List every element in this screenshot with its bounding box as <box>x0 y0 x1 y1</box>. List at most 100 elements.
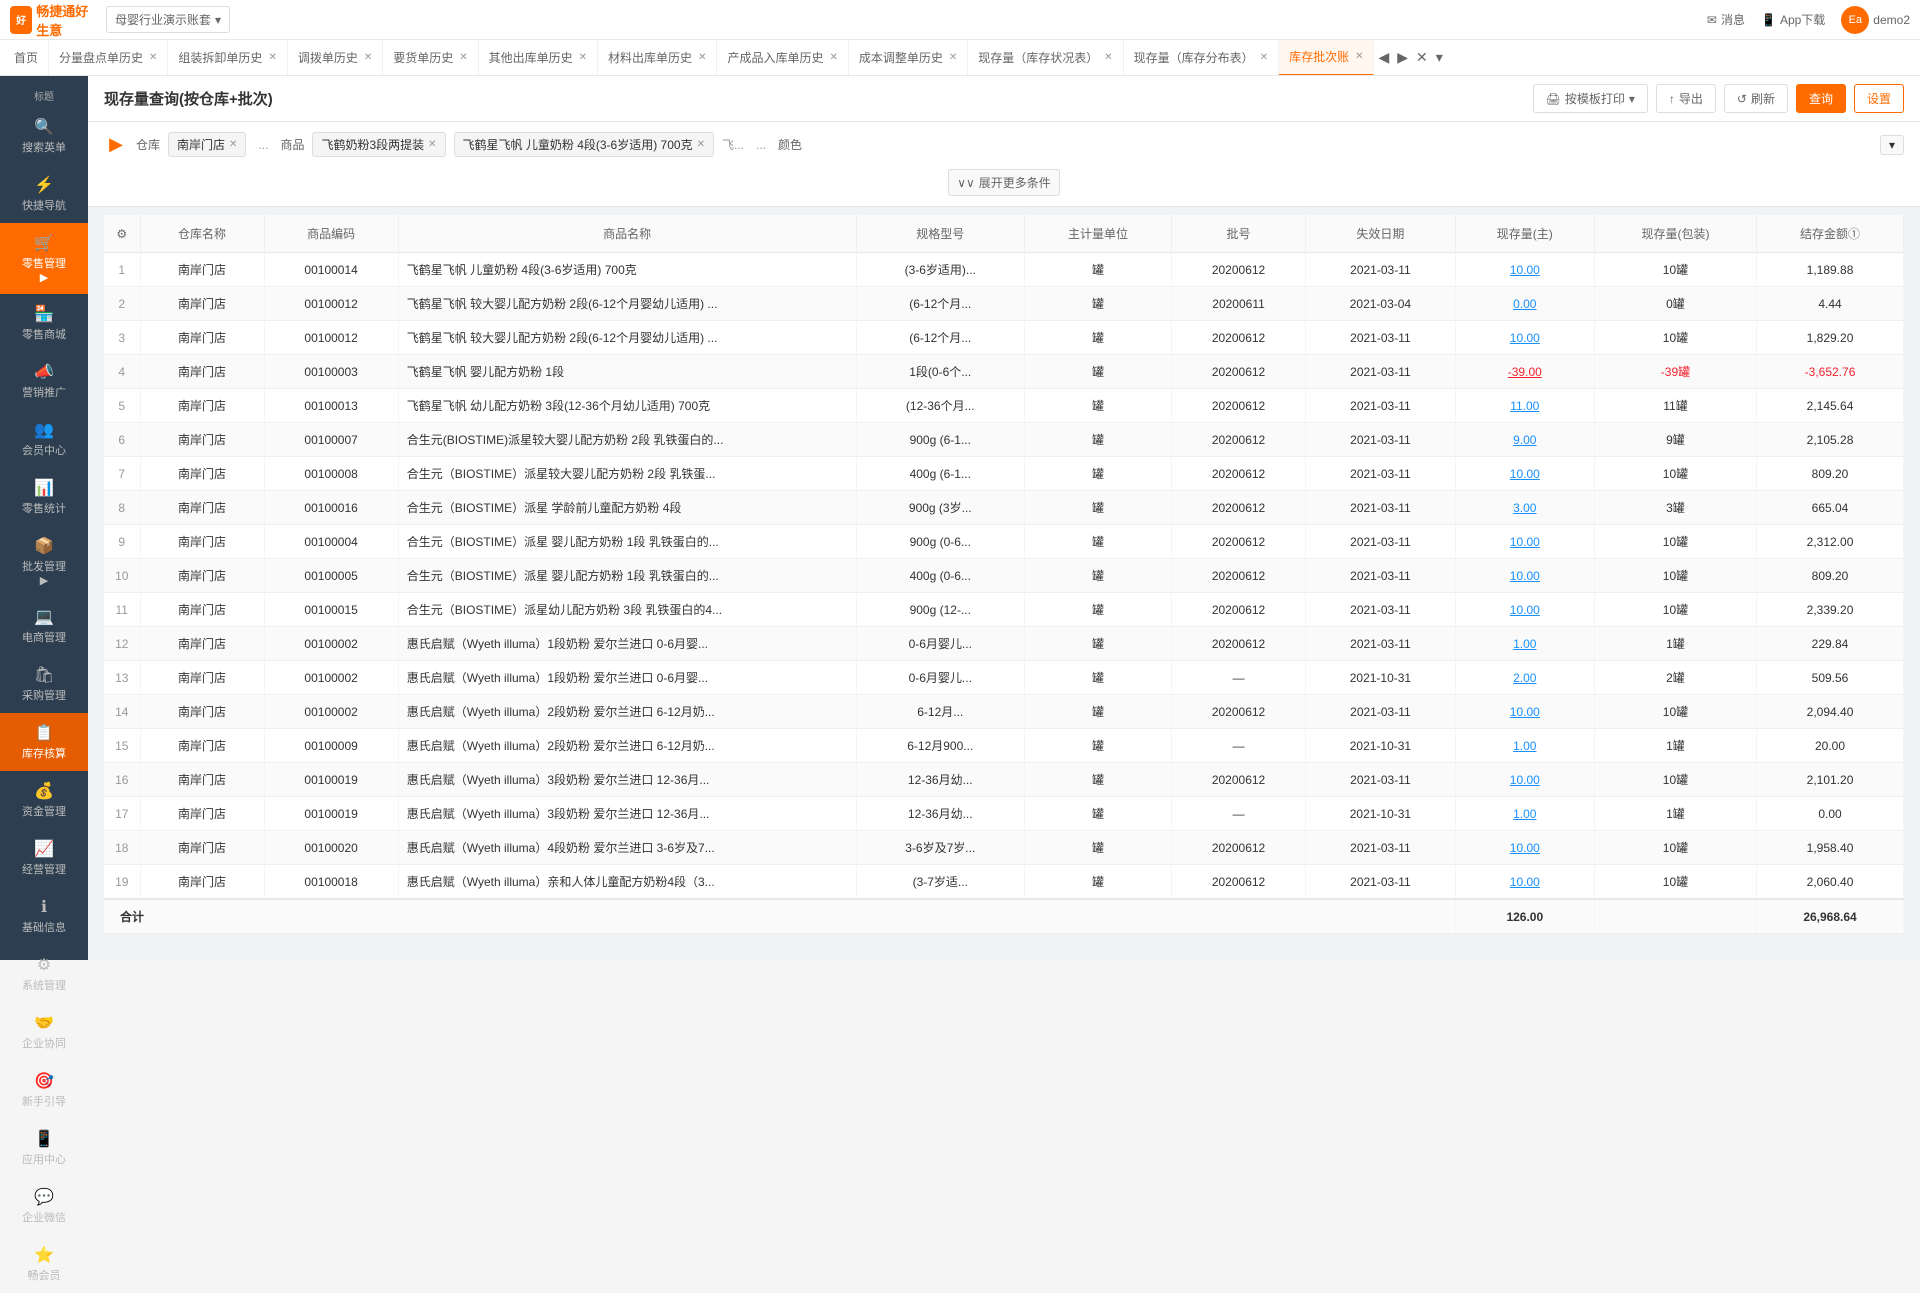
row-amount: 4.44 <box>1757 287 1904 321</box>
sidebar-item-wholesale[interactable]: 📦 批发管理 ▶ <box>0 526 88 597</box>
tab-menu-button[interactable]: ▾ <box>1432 49 1447 66</box>
tab-inventory-dist[interactable]: 现存量（库存分布表） ✕ <box>1124 40 1279 76</box>
row-qty-main[interactable]: 10.00 <box>1455 253 1594 287</box>
tab-cost-adjust-close[interactable]: ✕ <box>949 52 957 63</box>
warehouse-filter-tag[interactable]: 南岸门店 ✕ <box>168 132 246 157</box>
sidebar-item-purchase[interactable]: 🛍 采购管理 <box>0 655 88 713</box>
sidebar-item-search[interactable]: 🔍 搜索英单 <box>0 107 88 165</box>
row-qty-main[interactable]: 1.00 <box>1455 627 1594 661</box>
tab-split-close[interactable]: ✕ <box>149 52 157 63</box>
product-filter-tag-2[interactable]: 飞鹤星飞帆 儿童奶粉 4段(3-6岁适用) 700克 ✕ <box>454 132 714 157</box>
tab-inventory-status-close[interactable]: ✕ <box>1104 52 1112 63</box>
row-qty-main[interactable]: 10.00 <box>1455 695 1594 729</box>
app-download-button[interactable]: 📱 App下载 <box>1761 11 1825 28</box>
sidebar-item-enterprise-wechat[interactable]: 💬 企业微信 <box>0 1177 88 1235</box>
tab-prev-button[interactable]: ◀ <box>1374 49 1393 66</box>
sidebar-item-finance[interactable]: 💰 资金管理 <box>0 771 88 829</box>
row-qty-main[interactable]: 2.00 <box>1455 661 1594 695</box>
filter-expand-arrow[interactable]: ▶ <box>104 134 128 155</box>
tab-home[interactable]: 首页 <box>4 40 49 76</box>
row-qty-main[interactable]: 0.00 <box>1455 287 1594 321</box>
product-filter-tag-1[interactable]: 飞鹤奶粉3段两提装 ✕ <box>312 132 445 157</box>
sidebar-item-quicknav[interactable]: ⚡ 快捷导航 <box>0 165 88 223</box>
query-button[interactable]: 查询 <box>1796 84 1846 113</box>
inventory-icon: 📋 <box>4 723 84 743</box>
tab-other-out[interactable]: 其他出库单历史 ✕ <box>479 40 598 76</box>
row-qty-main[interactable]: 10.00 <box>1455 457 1594 491</box>
content-area: 现存量查询(按仓库+批次) 🖨 按模板打印 ▾ ↑ 导出 ↺ 刷新 查询 <box>88 76 1920 960</box>
row-qty-main[interactable]: 10.00 <box>1455 593 1594 627</box>
table-row: 12 南岸门店 00100002 惠氏启赋（Wyeth illuma）1段奶粉 … <box>104 627 1904 661</box>
sidebar-item-system[interactable]: ⚙ 系统管理 <box>0 945 88 1003</box>
color-dropdown[interactable]: ▾ <box>1880 135 1904 155</box>
row-code: 00100013 <box>264 389 398 423</box>
user-menu[interactable]: Ea demo2 <box>1841 6 1910 34</box>
tab-next-button[interactable]: ▶ <box>1393 49 1412 66</box>
tab-picking[interactable]: 调拨单历史 ✕ <box>288 40 383 76</box>
tab-product-in-close[interactable]: ✕ <box>829 52 837 63</box>
row-qty-main[interactable]: -39.00 <box>1455 355 1594 389</box>
sidebar-item-retail-stat[interactable]: 📊 零售统计 <box>0 468 88 526</box>
sidebar-item-vip[interactable]: ⭐ 畅会员 <box>0 1235 88 1293</box>
refresh-button[interactable]: ↺ 刷新 <box>1724 84 1788 113</box>
sidebar-item-marketing[interactable]: 📣 营销推广 <box>0 352 88 410</box>
row-qty-main[interactable]: 10.00 <box>1455 525 1594 559</box>
sidebar-item-member[interactable]: 👥 会员中心 <box>0 410 88 468</box>
tab-requisition-close[interactable]: ✕ <box>459 52 467 63</box>
tab-inventory-dist-close[interactable]: ✕ <box>1260 52 1268 63</box>
sidebar-item-ecommerce[interactable]: 💻 电商管理 <box>0 597 88 655</box>
product-filter-more[interactable]: 飞... <box>722 136 744 153</box>
product-filter-1-close[interactable]: ✕ <box>428 139 436 150</box>
expand-more-button[interactable]: ∨∨ 展开更多条件 <box>948 169 1060 196</box>
warehouse-filter-close[interactable]: ✕ <box>229 139 237 150</box>
tab-inventory-status[interactable]: 现存量（库存状况表） ✕ <box>968 40 1123 76</box>
tab-disassemble-close[interactable]: ✕ <box>268 52 276 63</box>
row-qty-main[interactable]: 10.00 <box>1455 763 1594 797</box>
footer-total-amount: 26,968.64 <box>1757 899 1904 934</box>
product-filter-2-close[interactable]: ✕ <box>697 139 705 150</box>
row-qty-main[interactable]: 10.00 <box>1455 559 1594 593</box>
sidebar-item-operation[interactable]: 📈 经营管理 <box>0 829 88 887</box>
sidebar-item-guide[interactable]: 🎯 新手引导 <box>0 1061 88 1119</box>
tab-material-out-close[interactable]: ✕ <box>698 52 706 63</box>
tab-material-out-label: 材料出库单历史 <box>608 49 692 66</box>
row-code: 00100002 <box>264 661 398 695</box>
tab-batch-voucher[interactable]: 库存批次账 ✕ <box>1279 40 1374 76</box>
breadcrumb-selector[interactable]: 母婴行业演示账套 ▾ <box>106 6 230 33</box>
tab-material-out[interactable]: 材料出库单历史 ✕ <box>598 40 717 76</box>
sidebar-item-retail-mall[interactable]: 🏪 零售商城 <box>0 294 88 352</box>
sidebar-guide-label: 新手引导 <box>4 1093 84 1109</box>
row-qty-main[interactable]: 10.00 <box>1455 321 1594 355</box>
row-warehouse: 南岸门店 <box>140 865 264 900</box>
row-qty-main[interactable]: 1.00 <box>1455 797 1594 831</box>
row-qty-main[interactable]: 10.00 <box>1455 865 1594 900</box>
row-unit: 罐 <box>1025 389 1172 423</box>
row-expire: 2021-03-11 <box>1306 525 1456 559</box>
row-qty-main[interactable]: 1.00 <box>1455 729 1594 763</box>
col-settings[interactable]: ⚙ <box>104 215 140 253</box>
tab-cost-adjust[interactable]: 成本调整单历史 ✕ <box>849 40 968 76</box>
tab-picking-close[interactable]: ✕ <box>364 52 372 63</box>
export-button[interactable]: ↑ 导出 <box>1656 84 1716 113</box>
sidebar-item-basic[interactable]: ℹ 基础信息 <box>0 887 88 945</box>
tab-requisition[interactable]: 要货单历史 ✕ <box>383 40 478 76</box>
row-unit: 罐 <box>1025 321 1172 355</box>
row-qty-main[interactable]: 10.00 <box>1455 831 1594 865</box>
tab-close-all-button[interactable]: ✕ <box>1412 49 1432 66</box>
sidebar-item-retail[interactable]: 🛒 零售管理 ▶ <box>0 223 88 294</box>
tab-other-out-close[interactable]: ✕ <box>579 52 587 63</box>
print-button[interactable]: 🖨 按模板打印 ▾ <box>1533 84 1648 113</box>
tab-product-in[interactable]: 产成品入库单历史 ✕ <box>717 40 848 76</box>
sidebar-item-app-center[interactable]: 📱 应用中心 <box>0 1119 88 1177</box>
tab-disassemble[interactable]: 组装拆卸单历史 ✕ <box>168 40 287 76</box>
row-qty-main[interactable]: 11.00 <box>1455 389 1594 423</box>
tab-batch-voucher-close[interactable]: ✕ <box>1355 51 1363 62</box>
row-spec: (12-36个月... <box>856 389 1025 423</box>
row-qty-main[interactable]: 9.00 <box>1455 423 1594 457</box>
sidebar-item-inventory[interactable]: 📋 库存核算 <box>0 713 88 771</box>
message-button[interactable]: ✉ 消息 <box>1707 11 1745 28</box>
sidebar-item-enterprise[interactable]: 🤝 企业协同 <box>0 1003 88 1061</box>
tab-split[interactable]: 分量盘点单历史 ✕ <box>49 40 168 76</box>
settings-button[interactable]: 设置 <box>1854 84 1904 113</box>
row-qty-main[interactable]: 3.00 <box>1455 491 1594 525</box>
